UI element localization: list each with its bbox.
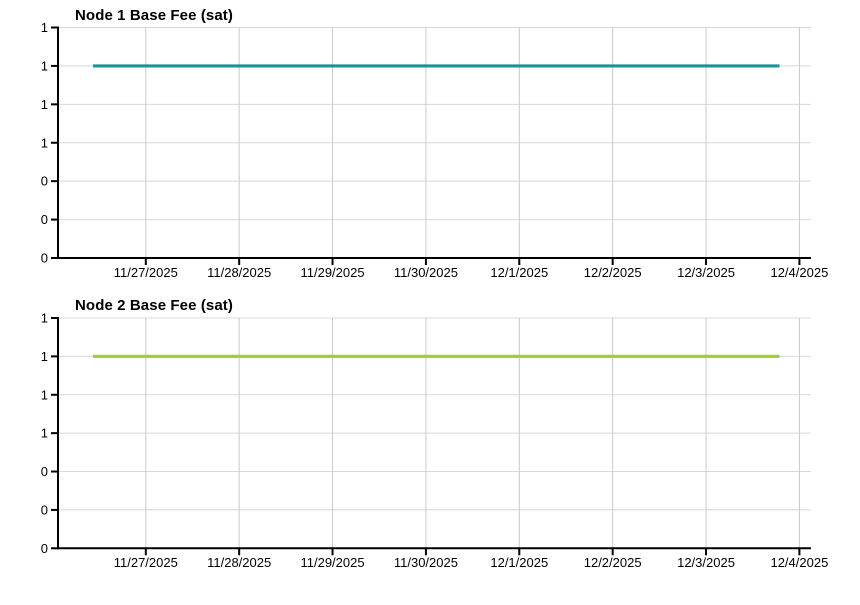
y-tick-label: 1 [41, 97, 48, 112]
x-tick-label: 11/27/2025 [114, 265, 178, 280]
x-tick-label: 11/27/2025 [114, 555, 178, 570]
y-tick-label: 0 [41, 541, 48, 556]
y-tick-label: 1 [41, 387, 48, 402]
y-tick-label: 1 [41, 135, 48, 150]
horizontal-gridlines [58, 317, 811, 549]
x-tick-label: 11/29/2025 [300, 555, 364, 570]
x-tick-label: 12/3/2025 [677, 265, 735, 280]
x-tick-label: 12/2/2025 [584, 265, 642, 280]
y-tick-label: 0 [41, 251, 48, 266]
y-tick-label: 1 [41, 426, 48, 441]
y-tick-label: 1 [41, 349, 48, 364]
x-tick-label: 11/30/2025 [394, 265, 458, 280]
y-tick-label: 0 [41, 464, 48, 479]
charts-page: Node 1 Base Fee (sat) Node 2 Base Fee (s… [0, 0, 860, 600]
x-tick-label: 11/30/2025 [394, 555, 458, 570]
y-tick-label: 0 [41, 502, 48, 517]
x-tick-label: 12/4/2025 [770, 265, 828, 280]
y-tick-label: 0 [41, 174, 48, 189]
y-axis-ticks: 1 1 1 1 0 0 0 [41, 20, 58, 266]
y-tick-label: 1 [41, 311, 48, 326]
y-tick-label: 1 [41, 58, 48, 73]
x-tick-label: 11/28/2025 [207, 555, 271, 570]
x-axis-ticks: 11/27/2025 11/28/2025 11/29/2025 11/30/2025… [114, 258, 828, 280]
x-tick-label: 11/29/2025 [300, 265, 364, 280]
x-tick-label: 12/1/2025 [490, 265, 548, 280]
y-tick-label: 0 [41, 212, 48, 227]
x-tick-label: 12/2/2025 [584, 555, 642, 570]
chart-1-title: Node 1 Base Fee (sat) [75, 7, 233, 24]
y-tick-label: 1 [41, 20, 48, 35]
y-axis-ticks: 1 1 1 1 0 0 0 [41, 311, 58, 556]
x-tick-label: 12/1/2025 [490, 555, 548, 570]
chart-2-title: Node 2 Base Fee (sat) [75, 297, 233, 314]
horizontal-gridlines [58, 27, 811, 259]
chart-2: 111100011/27/2025 11/28/2025 11/29/2025 11/… [41, 311, 829, 571]
x-tick-label: 12/4/2025 [770, 555, 828, 570]
x-tick-label: 12/3/2025 [677, 555, 735, 570]
chart-1: 111100011/27/2025 11/28/2025 11/29/2025 11/… [41, 20, 829, 280]
x-tick-label: 11/28/2025 [207, 265, 271, 280]
x-axis-ticks: 11/27/2025 11/28/2025 11/29/2025 11/30/2025… [114, 548, 828, 570]
